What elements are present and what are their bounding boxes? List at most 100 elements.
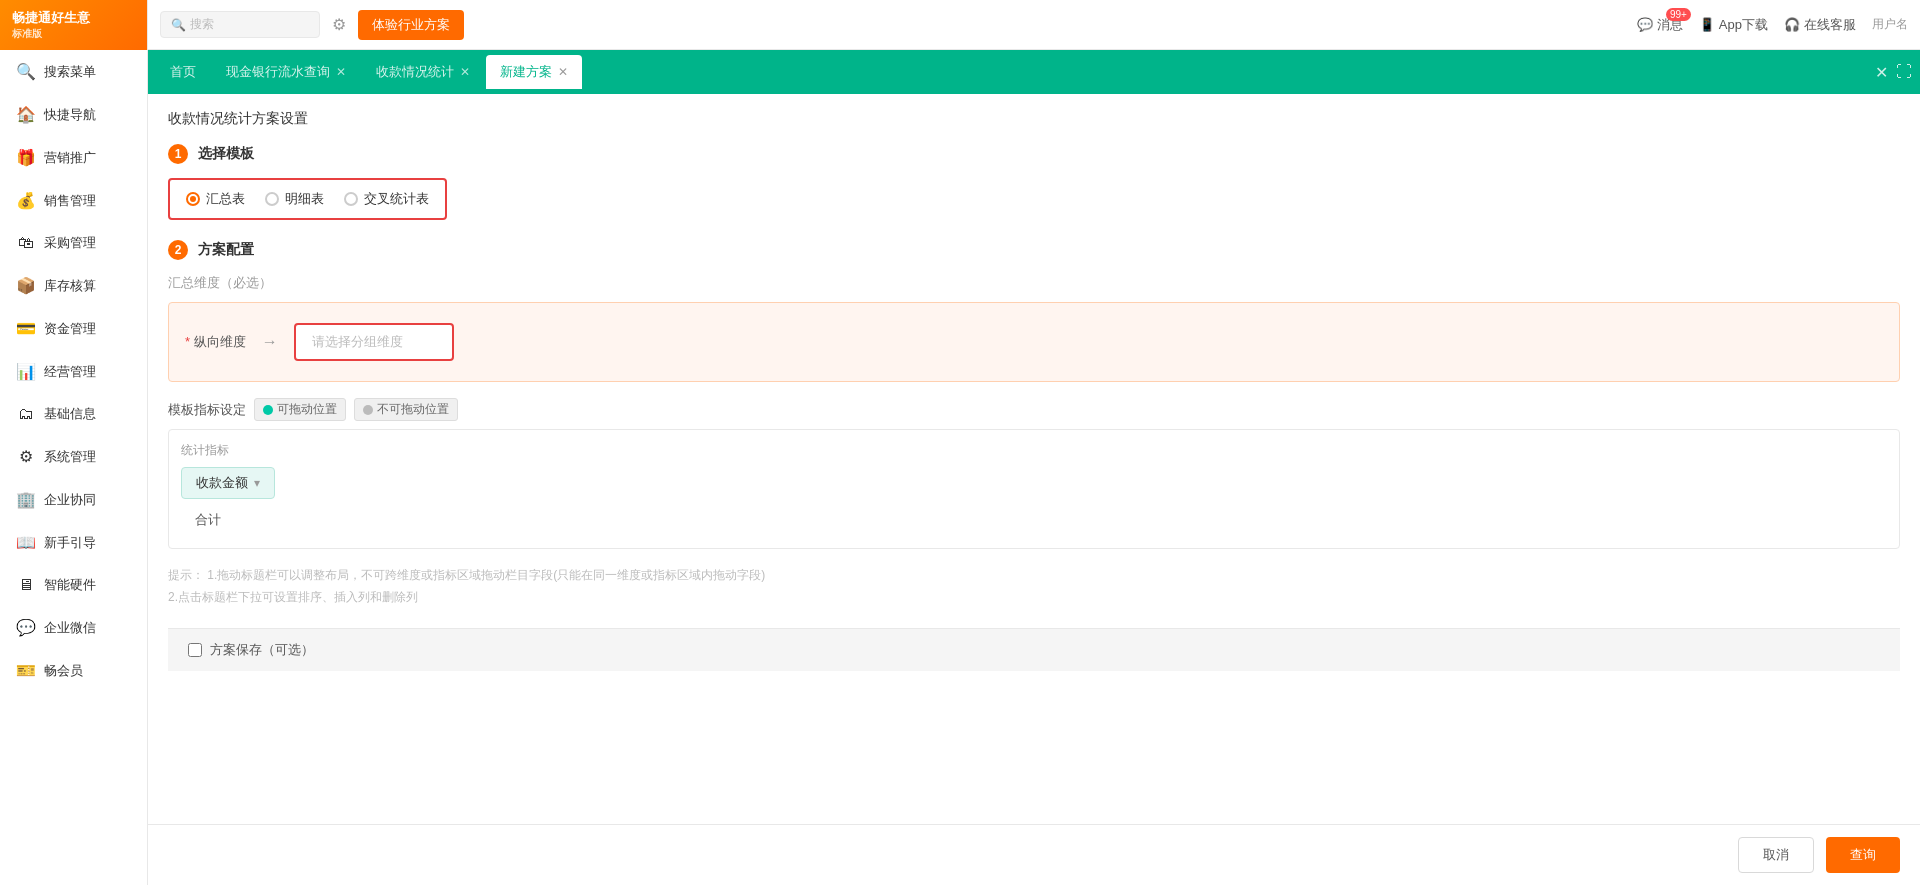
- settings-icon[interactable]: ⚙: [332, 15, 346, 34]
- member-icon: 🎫: [16, 661, 36, 680]
- tabbar: 首页 现金银行流水查询 ✕ 收款情况统计 ✕ 新建方案 ✕ ✕ ⛶: [148, 50, 1920, 94]
- sidebar-logo: 畅捷通好生意 标准版: [0, 0, 147, 50]
- message-icon: 💬: [1637, 17, 1653, 32]
- search-icon: 🔍: [171, 18, 186, 32]
- logo-badge: 标准版: [12, 27, 90, 41]
- section-template: 1 选择模板 汇总表 明细表 交叉统计表: [168, 144, 1900, 220]
- download-label: App下载: [1719, 16, 1768, 34]
- non-draggable-dot: [363, 405, 373, 415]
- radio-cross[interactable]: 交叉统计表: [344, 190, 429, 208]
- sidebar-item-label: 搜索菜单: [44, 63, 96, 81]
- sidebar-item-sales[interactable]: 💰 销售管理: [0, 179, 147, 222]
- section2-num: 2: [168, 240, 188, 260]
- section2-header: 2 方案配置: [168, 240, 1900, 260]
- content-area: 收款情况统计方案设置 1 选择模板 汇总表 明细表: [148, 94, 1920, 824]
- sidebar-item-smart-hw[interactable]: 🖥 智能硬件: [0, 564, 147, 606]
- radio-summary-btn[interactable]: [186, 192, 200, 206]
- main-area: 🔍 搜索 ⚙ 体验行业方案 💬 消息 99+ 📱 App下载 🎧 在线客服 用户…: [148, 0, 1920, 885]
- stat-tag[interactable]: 收款金额 ▾: [181, 467, 275, 499]
- sidebar-item-system[interactable]: ⚙ 系统管理: [0, 435, 147, 478]
- tab-home[interactable]: 首页: [156, 55, 210, 89]
- radio-summary[interactable]: 汇总表: [186, 190, 245, 208]
- tab-bank-flow[interactable]: 现金银行流水查询 ✕: [212, 55, 360, 89]
- section2-title: 方案配置: [198, 241, 254, 259]
- sidebar-item-wechat[interactable]: 💬 企业微信: [0, 606, 147, 649]
- tab-bank-flow-close[interactable]: ✕: [336, 65, 346, 79]
- base-info-icon: 🗂: [16, 405, 36, 423]
- indicator-settings: 模板指标设定 可拖动位置 不可拖动位置 统计指标 收款金: [168, 398, 1900, 549]
- sidebar-item-operations[interactable]: 📊 经营管理: [0, 350, 147, 393]
- purchase-icon: 🛍: [16, 234, 36, 252]
- dim-select-box[interactable]: 请选择分组维度: [294, 323, 454, 361]
- sidebar-item-label: 畅会员: [44, 662, 83, 680]
- section1-header: 1 选择模板: [168, 144, 1900, 164]
- sidebar-item-cooperation[interactable]: 🏢 企业协同: [0, 478, 147, 521]
- finance-icon: 💳: [16, 319, 36, 338]
- sidebar-item-inventory[interactable]: 📦 库存核算: [0, 264, 147, 307]
- sidebar-item-label: 营销推广: [44, 149, 96, 167]
- stat-section-label: 统计指标: [181, 442, 1887, 459]
- sidebar-item-label: 企业协同: [44, 491, 96, 509]
- support-button[interactable]: 🎧 在线客服: [1784, 16, 1856, 34]
- indicator-label-text: 模板指标设定: [168, 401, 246, 419]
- download-icon: 📱: [1699, 17, 1715, 32]
- sidebar-item-label: 智能硬件: [44, 576, 96, 594]
- logo-name: 畅捷通好生意: [12, 9, 90, 27]
- cancel-button[interactable]: 取消: [1738, 837, 1814, 873]
- tabbar-actions: ✕ ⛶: [1875, 63, 1912, 82]
- tab-new-plan-close[interactable]: ✕: [558, 65, 568, 79]
- sidebar-item-guide[interactable]: 📖 新手引导: [0, 521, 147, 564]
- tab-collection-stat[interactable]: 收款情况统计 ✕: [362, 55, 484, 89]
- indicator-label: 模板指标设定 可拖动位置 不可拖动位置: [168, 398, 1900, 421]
- operations-icon: 📊: [16, 362, 36, 381]
- sidebar-item-label: 企业微信: [44, 619, 96, 637]
- topbar: 🔍 搜索 ⚙ 体验行业方案 💬 消息 99+ 📱 App下载 🎧 在线客服 用户…: [148, 0, 1920, 50]
- stat-sum-label: 合计: [181, 507, 1887, 533]
- radio-detail-label: 明细表: [285, 190, 324, 208]
- sidebar-item-label: 采购管理: [44, 234, 96, 252]
- radio-cross-btn[interactable]: [344, 192, 358, 206]
- sidebar-item-search-menu[interactable]: 🔍 搜索菜单: [0, 50, 147, 93]
- draggable-label: 可拖动位置: [277, 401, 337, 418]
- sidebar-item-base-info[interactable]: 🗂 基础信息: [0, 393, 147, 435]
- guide-icon: 📖: [16, 533, 36, 552]
- maximize-icon[interactable]: ⛶: [1896, 63, 1912, 81]
- trial-button[interactable]: 体验行业方案: [358, 10, 464, 40]
- sidebar-item-label: 系统管理: [44, 448, 96, 466]
- non-draggable-badge: 不可拖动位置: [354, 398, 458, 421]
- radio-detail-btn[interactable]: [265, 192, 279, 206]
- sidebar-item-label: 基础信息: [44, 405, 96, 423]
- tips-section: 提示： 1.拖动标题栏可以调整布局，不可跨维度或指标区域拖动栏目字段(只能在同一…: [168, 565, 1900, 608]
- stat-tag-dropdown-icon[interactable]: ▾: [254, 476, 260, 490]
- inventory-icon: 📦: [16, 276, 36, 295]
- page-title: 收款情况统计方案设置: [168, 110, 1900, 128]
- topbar-right: 💬 消息 99+ 📱 App下载 🎧 在线客服 用户名: [1637, 16, 1908, 34]
- tab-new-plan[interactable]: 新建方案 ✕: [486, 55, 582, 89]
- download-button[interactable]: 📱 App下载: [1699, 16, 1768, 34]
- sidebar-item-quick-nav[interactable]: 🏠 快捷导航: [0, 93, 147, 136]
- support-label: 在线客服: [1804, 16, 1856, 34]
- query-button[interactable]: 查询: [1826, 837, 1900, 873]
- dim-row: * 纵向维度 → 请选择分组维度: [185, 323, 454, 361]
- save-checkbox[interactable]: [188, 643, 202, 657]
- search-box[interactable]: 🔍 搜索: [160, 11, 320, 38]
- tab-collection-stat-label: 收款情况统计: [376, 63, 454, 81]
- sales-icon: 💰: [16, 191, 36, 210]
- sidebar-item-label: 销售管理: [44, 192, 96, 210]
- close-all-icon[interactable]: ✕: [1875, 63, 1888, 82]
- cooperation-icon: 🏢: [16, 490, 36, 509]
- gift-icon: 🎁: [16, 148, 36, 167]
- sidebar-item-marketing[interactable]: 🎁 营销推广: [0, 136, 147, 179]
- tab-collection-stat-close[interactable]: ✕: [460, 65, 470, 79]
- sidebar-item-label: 资金管理: [44, 320, 96, 338]
- search-menu-icon: 🔍: [16, 62, 36, 81]
- section1-title: 选择模板: [198, 145, 254, 163]
- tab-new-plan-label: 新建方案: [500, 63, 552, 81]
- vertical-dim-label: 纵向维度: [194, 334, 246, 349]
- message-button[interactable]: 💬 消息 99+: [1637, 16, 1683, 34]
- sidebar-item-purchase[interactable]: 🛍 采购管理: [0, 222, 147, 264]
- stat-tag-label: 收款金额: [196, 474, 248, 492]
- radio-detail[interactable]: 明细表: [265, 190, 324, 208]
- sidebar-item-finance[interactable]: 💳 资金管理: [0, 307, 147, 350]
- sidebar-item-member[interactable]: 🎫 畅会员: [0, 649, 147, 692]
